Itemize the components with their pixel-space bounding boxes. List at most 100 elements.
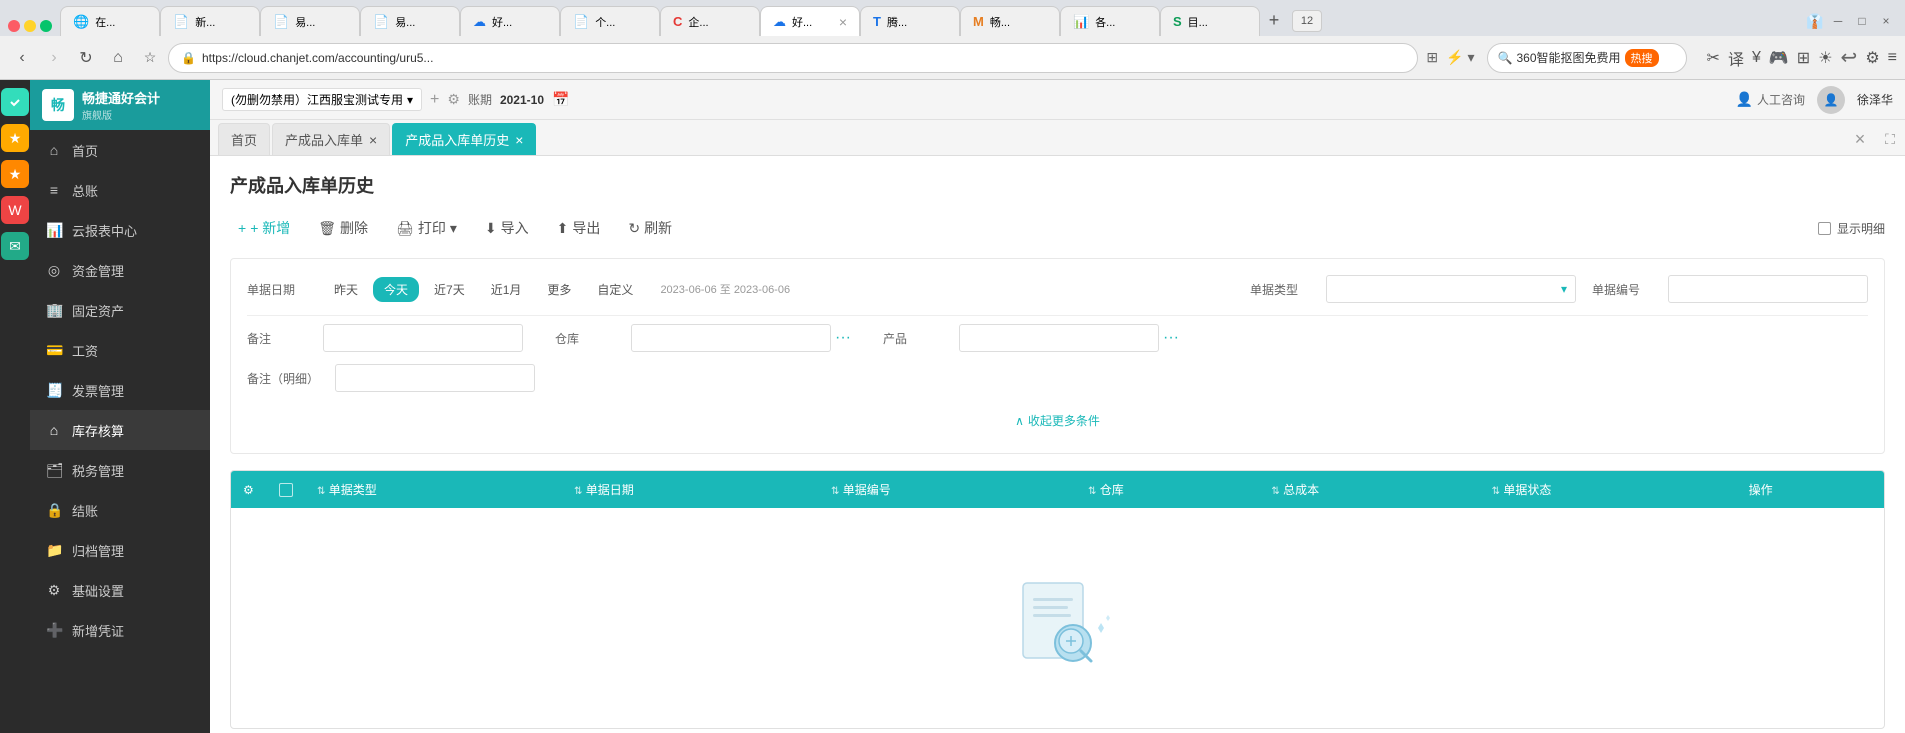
- translate-icon[interactable]: 译: [1728, 46, 1744, 70]
- sidebar-item-invoice[interactable]: 🧾 发票管理: [30, 370, 210, 410]
- browser-tab-3[interactable]: 📄 易...: [260, 6, 360, 36]
- page-tab-home[interactable]: 首页: [218, 123, 270, 155]
- nav-back-btn[interactable]: ‹: [8, 44, 36, 72]
- extensions-icon[interactable]: ⊞: [1426, 49, 1438, 66]
- sidebar-item-ledger[interactable]: ≡ 总账: [30, 170, 210, 210]
- nav-refresh-btn[interactable]: ↻: [72, 44, 100, 72]
- user-avatar[interactable]: 👤: [1817, 86, 1845, 114]
- browser-tab-11[interactable]: 📊 各...: [1060, 6, 1160, 36]
- browser-tab-7[interactable]: C 企...: [660, 6, 760, 36]
- nav-forward-btn[interactable]: ›: [40, 44, 68, 72]
- product-dots-btn[interactable]: ···: [1163, 329, 1179, 347]
- lightning-icon[interactable]: ⚡: [1446, 49, 1463, 66]
- date-yesterday-btn[interactable]: 昨天: [323, 277, 369, 302]
- th-checkbox[interactable]: [267, 471, 305, 508]
- panel-close-btn[interactable]: ×: [1845, 123, 1875, 155]
- search-box[interactable]: 🔍 360智能抠图免费用 热搜: [1487, 43, 1687, 73]
- nav-bookmark-btn[interactable]: ☆: [136, 44, 164, 72]
- collapse-btn[interactable]: ∧ 收起更多条件: [1015, 404, 1100, 437]
- sidebar-item-funds[interactable]: ◎ 资金管理: [30, 250, 210, 290]
- th-warehouse[interactable]: ⇅ 仓库: [1076, 471, 1259, 508]
- sidebar-item-new-voucher[interactable]: ➕ 新增凭证: [30, 610, 210, 650]
- tab-12-title: 目...: [1188, 14, 1208, 30]
- add-company-btn[interactable]: +: [430, 91, 439, 109]
- sidebar-item-payroll[interactable]: 💳 工资: [30, 330, 210, 370]
- th-status[interactable]: ⇅ 单据状态: [1480, 471, 1737, 508]
- number-input[interactable]: [1668, 275, 1868, 303]
- page-tab-inventory-list[interactable]: 产成品入库单 ×: [272, 123, 390, 155]
- company-selector[interactable]: (勿删勿禁用）江西服宝测试专用 ▾: [222, 88, 422, 111]
- export-btn[interactable]: ⬆ 导出: [549, 214, 609, 242]
- nav-settings-btn[interactable]: ⚙: [1865, 48, 1879, 68]
- warehouse-dots-btn[interactable]: ···: [835, 329, 851, 347]
- sidebar-item-closing[interactable]: 🔒 结账: [30, 490, 210, 530]
- show-detail-checkbox[interactable]: [1818, 222, 1831, 235]
- new-tab-button[interactable]: +: [1260, 6, 1288, 34]
- note-detail-input[interactable]: [335, 364, 535, 392]
- tab-8-close[interactable]: ×: [839, 14, 847, 30]
- grid-icon[interactable]: ⊞: [1797, 48, 1810, 68]
- url-bar[interactable]: 🔒 https://cloud.chanjet.com/accounting/u…: [168, 43, 1418, 73]
- browser-tab-10[interactable]: M 畅...: [960, 6, 1060, 36]
- sidebar-item-home[interactable]: ⌂ 首页: [30, 130, 210, 170]
- browser-tab-2[interactable]: 📄 新...: [160, 6, 260, 36]
- window-close-btn[interactable]: ×: [1875, 10, 1897, 32]
- type-select[interactable]: ▾: [1326, 275, 1576, 303]
- calendar-icon[interactable]: 📅: [552, 91, 569, 108]
- nav-menu-btn[interactable]: ≡: [1888, 49, 1897, 67]
- window-minimize-btn[interactable]: ─: [1827, 10, 1849, 32]
- browser-tab-6[interactable]: 📄 个...: [560, 6, 660, 36]
- page-tab-inventory-list-close[interactable]: ×: [369, 132, 377, 148]
- side-icon-yellow[interactable]: ★: [1, 124, 29, 152]
- th-type[interactable]: ⇅ 单据类型: [305, 471, 562, 508]
- currency-icon[interactable]: ¥: [1752, 49, 1761, 67]
- th-settings[interactable]: ⚙: [231, 471, 267, 508]
- date-custom-btn[interactable]: 自定义: [586, 277, 644, 302]
- side-icon-red[interactable]: W: [1, 196, 29, 224]
- browser-tab-4[interactable]: 📄 易...: [360, 6, 460, 36]
- panel-expand-btn[interactable]: ⛶: [1875, 123, 1905, 155]
- browser-tab-9[interactable]: T 腾...: [860, 6, 960, 36]
- add-btn[interactable]: + + 新增: [230, 214, 298, 242]
- user-service-btn[interactable]: 👤 人工咨询: [1736, 91, 1805, 108]
- browser-tab-8[interactable]: ☁ 好... ×: [760, 6, 860, 36]
- sidebar-item-inventory[interactable]: ⌂ 库存核算: [30, 410, 210, 450]
- date-more-btn[interactable]: 更多: [536, 277, 582, 302]
- delete-btn[interactable]: 🗑 删除: [310, 214, 376, 242]
- nav-more-btn[interactable]: ↩: [1841, 45, 1858, 70]
- th-total-cost[interactable]: ⇅ 总成本: [1259, 471, 1479, 508]
- product-input[interactable]: [959, 324, 1159, 352]
- side-icon-app[interactable]: [1, 88, 29, 116]
- refresh-btn[interactable]: ↻ 刷新: [620, 214, 680, 242]
- theme-icon[interactable]: ☀: [1818, 48, 1832, 68]
- browser-tab-1[interactable]: 🌐 在...: [60, 6, 160, 36]
- dropdown-arrow[interactable]: ▾: [1468, 49, 1475, 66]
- side-icon-mail[interactable]: ✉: [1, 232, 29, 260]
- note-input[interactable]: [323, 324, 523, 352]
- date-today-btn[interactable]: 今天: [373, 277, 419, 302]
- sidebar-item-reports[interactable]: 📊 云报表中心: [30, 210, 210, 250]
- company-settings-btn[interactable]: ⚙: [447, 91, 460, 108]
- sidebar-item-settings[interactable]: ⚙ 基础设置: [30, 570, 210, 610]
- sidebar-item-tax[interactable]: 🗂 税务管理: [30, 450, 210, 490]
- page-tab-inventory-history[interactable]: 产成品入库单历史 ×: [392, 123, 536, 155]
- warehouse-input[interactable]: [631, 324, 831, 352]
- sidebar-item-fixed-assets[interactable]: 🏢 固定资产: [30, 290, 210, 330]
- page-tab-inventory-history-close[interactable]: ×: [515, 132, 523, 148]
- import-btn[interactable]: ⬇ 导入: [477, 214, 537, 242]
- gamepad-icon[interactable]: 🎮: [1769, 48, 1789, 68]
- date-7days-btn[interactable]: 近7天: [423, 277, 476, 302]
- browser-tab-5[interactable]: ☁ 好...: [460, 6, 560, 36]
- th-date[interactable]: ⇅ 单据日期: [562, 471, 819, 508]
- tab-count-badge[interactable]: 12: [1292, 10, 1322, 32]
- print-btn[interactable]: 🖨 打印 ▾: [388, 214, 465, 242]
- browser-tab-12[interactable]: S 目...: [1160, 6, 1260, 36]
- side-icon-star[interactable]: ★: [1, 160, 29, 188]
- sidebar-item-archive[interactable]: 📁 归档管理: [30, 530, 210, 570]
- window-restore-btn[interactable]: □: [1851, 10, 1873, 32]
- nav-home-btn[interactable]: ⌂: [104, 44, 132, 72]
- th-number[interactable]: ⇅ 单据编号: [819, 471, 1076, 508]
- select-all-checkbox[interactable]: [279, 483, 293, 497]
- scissors-icon[interactable]: ✂: [1707, 48, 1720, 68]
- date-1month-btn[interactable]: 近1月: [480, 277, 533, 302]
